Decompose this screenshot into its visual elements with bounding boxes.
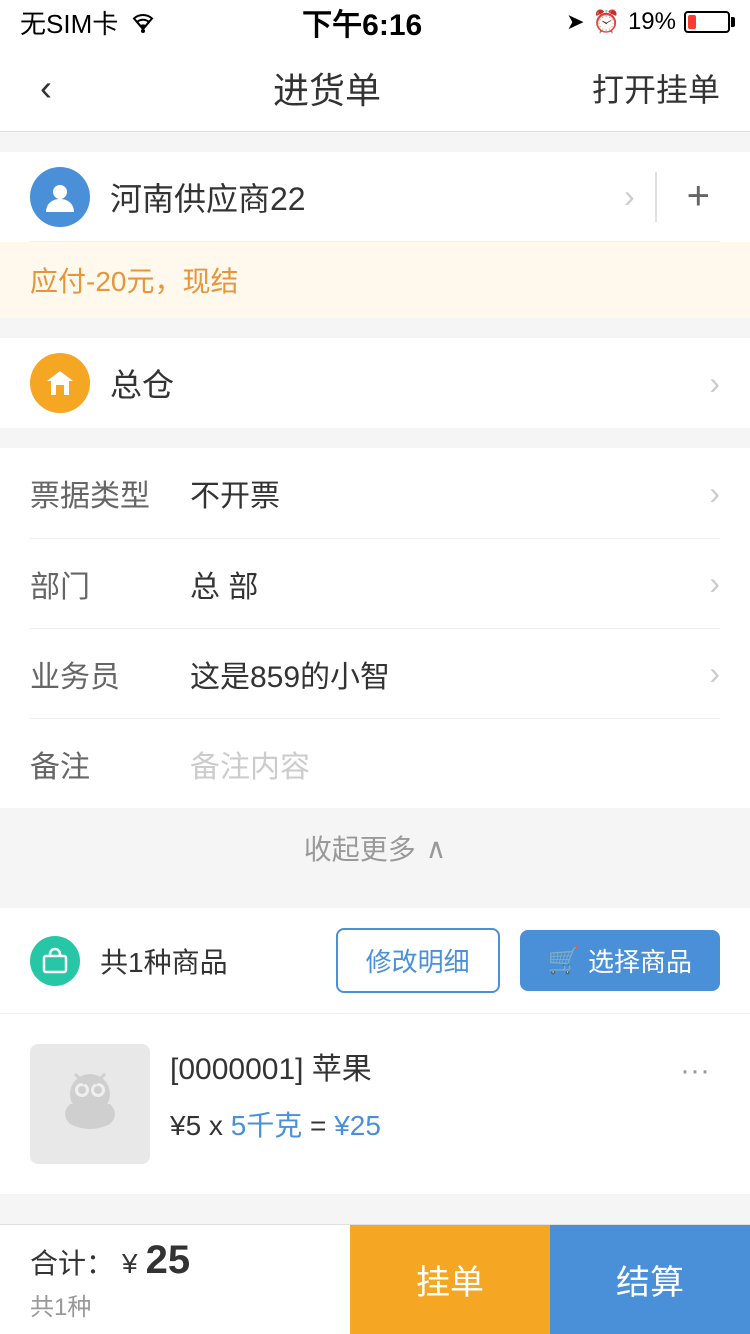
bottom-total: 合计： ¥ 25 共1种 xyxy=(0,1238,350,1322)
department-label: 部门 xyxy=(30,562,190,606)
shopping-bag-icon xyxy=(40,946,70,976)
supplier-divider xyxy=(655,172,657,222)
warehouse-chevron-icon: › xyxy=(709,365,720,402)
price-total: ¥25 xyxy=(334,1110,381,1141)
product-title: 苹果 xyxy=(312,1053,372,1086)
bill-type-value: 不开票 xyxy=(190,471,699,515)
main-content: 河南供应商22 › + 应付-20元，现结 总仓 › 票据类型 不开票 xyxy=(0,132,750,1304)
home-icon xyxy=(44,367,76,399)
add-button[interactable]: + xyxy=(677,164,720,229)
salesperson-row[interactable]: 业务员 这是859的小智 › xyxy=(30,628,720,718)
salesperson-value: 这是859的小智 xyxy=(190,652,699,696)
supplier-name: 河南供应商22 xyxy=(110,174,614,220)
collapse-bar[interactable]: 收起更多 ∧ xyxy=(0,808,750,888)
battery-icon xyxy=(684,11,730,33)
hang-button[interactable]: 挂单 xyxy=(350,1225,550,1334)
total-prefix: ¥ xyxy=(122,1248,138,1280)
bottom-bar: 合计： ¥ 25 共1种 挂单 结算 xyxy=(0,1224,750,1334)
department-chevron-icon: › xyxy=(709,565,720,602)
total-amount: 25 xyxy=(146,1238,191,1283)
total-sub: 共1种 xyxy=(30,1287,320,1322)
section-gap-4 xyxy=(0,888,750,908)
hang-label: 挂单 xyxy=(416,1255,484,1304)
section-gap-1 xyxy=(0,132,750,152)
warning-banner: 应付-20元，现结 xyxy=(0,242,750,318)
total-label: 合计： xyxy=(30,1242,114,1282)
carrier-text: 无SIM卡 xyxy=(20,4,118,41)
products-header: 共1种商品 修改明细 🛒 选择商品 xyxy=(0,908,750,1014)
salesperson-label: 业务员 xyxy=(30,652,190,696)
remark-row[interactable]: 备注 备注内容 xyxy=(30,718,720,808)
product-count-text: 共1种商品 xyxy=(100,941,316,981)
product-count-icon xyxy=(30,936,80,986)
remark-input[interactable]: 备注内容 xyxy=(190,742,720,786)
salesperson-chevron-icon: › xyxy=(709,655,720,692)
product-price: ¥5 x 5千克 = ¥25 xyxy=(170,1104,650,1144)
warehouse-section: 总仓 › xyxy=(0,338,750,428)
page-title: 进货单 xyxy=(273,62,381,114)
location-icon: ➤ xyxy=(566,9,584,35)
status-right: ➤ ⏰ 19% xyxy=(566,8,730,36)
status-time: 下午6:16 xyxy=(302,0,422,44)
products-section: 共1种商品 修改明细 🛒 选择商品 xyxy=(0,908,750,1194)
select-product-button[interactable]: 🛒 选择商品 xyxy=(520,930,720,991)
section-gap-3 xyxy=(0,428,750,448)
bill-type-row[interactable]: 票据类型 不开票 › xyxy=(30,448,720,538)
product-item: [0000001] 苹果 ¥5 x 5千克 = ¥25 ··· xyxy=(0,1014,750,1194)
warehouse-name: 总仓 xyxy=(110,360,699,406)
product-thumb-owl-icon xyxy=(50,1064,130,1144)
department-value: 总 部 xyxy=(190,562,699,606)
product-more-button[interactable]: ··· xyxy=(670,1044,720,1098)
battery-percent: 19% xyxy=(628,8,676,36)
product-code: [0000001] xyxy=(170,1053,312,1086)
wifi-icon xyxy=(128,11,158,33)
battery-fill xyxy=(688,15,696,29)
open-pending-button[interactable]: 打开挂单 xyxy=(592,65,720,111)
supplier-avatar xyxy=(30,167,90,227)
select-product-label: 选择商品 xyxy=(588,942,692,979)
supplier-row[interactable]: 河南供应商22 › + xyxy=(30,152,720,242)
person-icon xyxy=(42,179,78,215)
price-qty: 5千克 xyxy=(231,1110,303,1141)
price-eq: = xyxy=(302,1110,334,1141)
settle-label: 结算 xyxy=(616,1255,684,1304)
bill-type-label: 票据类型 xyxy=(30,471,190,515)
warehouse-row[interactable]: 总仓 › xyxy=(30,338,720,428)
price-unit: ¥5 x xyxy=(170,1110,231,1141)
select-product-icon: 🛒 xyxy=(548,945,580,976)
remark-label: 备注 xyxy=(30,742,190,786)
chevron-right-icon: › xyxy=(624,178,635,215)
form-section: 票据类型 不开票 › 部门 总 部 › 业务员 这是859的小智 › 备注 备注… xyxy=(0,448,750,808)
product-thumbnail xyxy=(30,1044,150,1164)
section-gap-2 xyxy=(0,318,750,338)
nav-bar: ‹ 进货单 打开挂单 xyxy=(0,44,750,132)
status-left: 无SIM卡 xyxy=(20,4,158,41)
supplier-section: 河南供应商22 › + xyxy=(0,152,750,242)
product-info: [0000001] 苹果 ¥5 x 5千克 = ¥25 xyxy=(170,1044,650,1144)
status-bar: 无SIM卡 下午6:16 ➤ ⏰ 19% xyxy=(0,0,750,44)
total-main: 合计： ¥ 25 xyxy=(30,1238,320,1283)
warehouse-icon xyxy=(30,353,90,413)
department-row[interactable]: 部门 总 部 › xyxy=(30,538,720,628)
back-button[interactable]: ‹ xyxy=(30,57,62,119)
warning-text: 应付-20元，现结 xyxy=(30,266,238,297)
product-name: [0000001] 苹果 xyxy=(170,1044,650,1088)
alarm-icon: ⏰ xyxy=(593,9,620,35)
settle-button[interactable]: 结算 xyxy=(550,1225,750,1334)
collapse-icon: ∧ xyxy=(426,832,447,865)
bill-type-chevron-icon: › xyxy=(709,475,720,512)
collapse-label: 收起更多 xyxy=(304,828,416,868)
edit-detail-button[interactable]: 修改明细 xyxy=(336,928,500,993)
